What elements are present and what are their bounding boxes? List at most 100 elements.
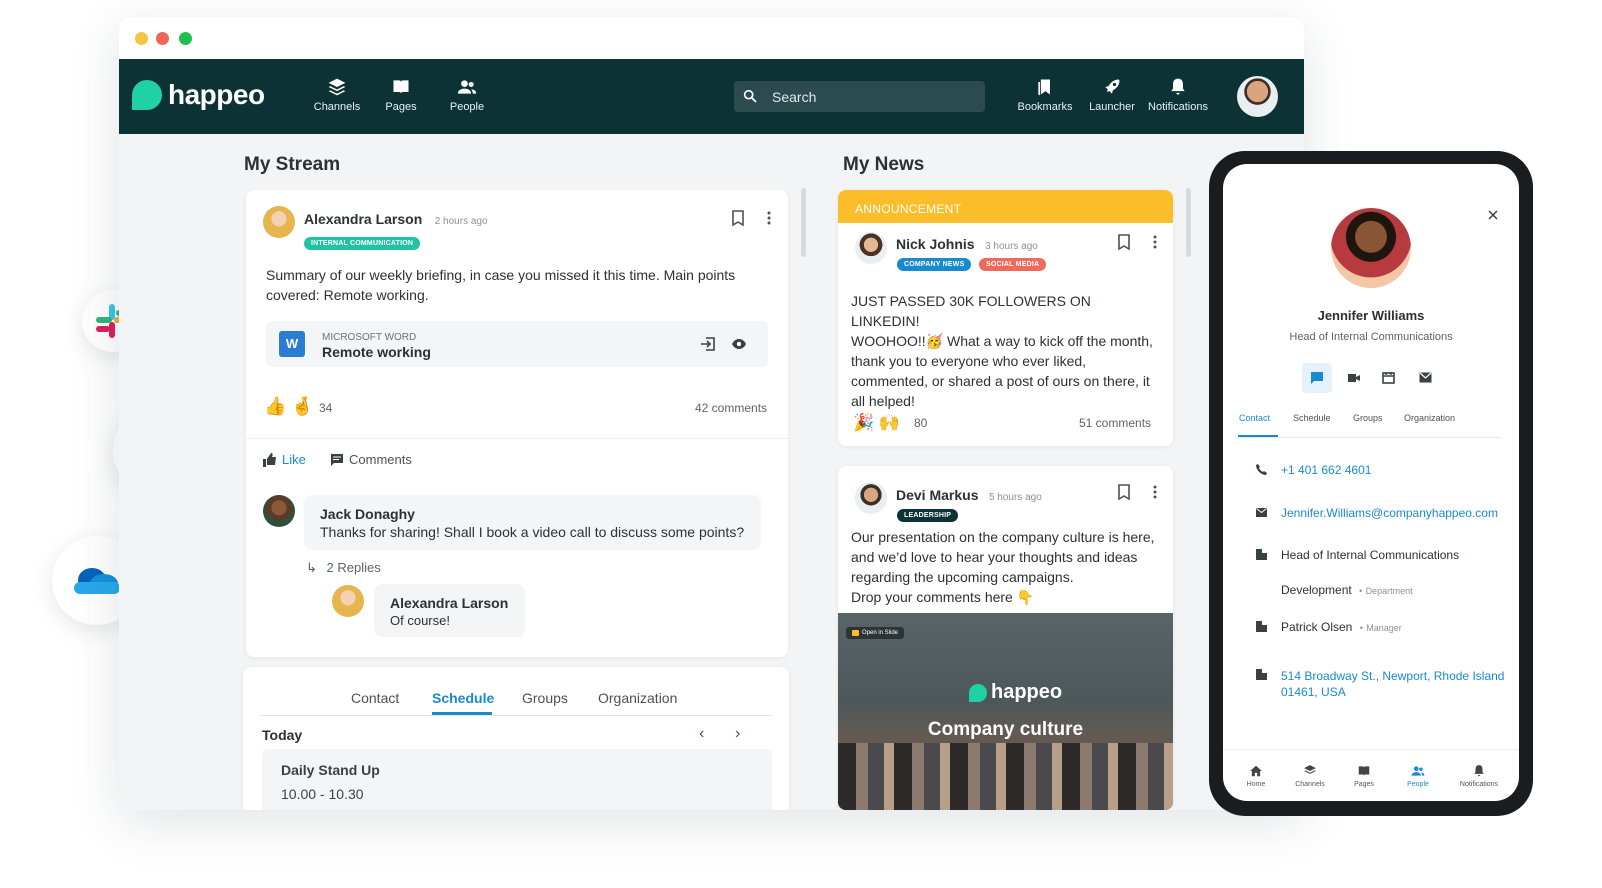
replies-toggle[interactable]: ↳ 2 Replies [306, 560, 381, 576]
comments-count[interactable]: 51 comments [1079, 416, 1151, 430]
comments-count[interactable]: 42 comments [695, 401, 767, 415]
profile-role: Head of Internal Communications [1289, 331, 1453, 343]
contact-phone[interactable]: +1 401 662 4601 [1281, 463, 1371, 477]
profile-tab-contact[interactable]: Contact [351, 690, 399, 706]
reply-bubble: Alexandra Larson Of course! [374, 584, 525, 637]
minimize-dot[interactable] [135, 32, 148, 45]
mobile-tab-schedule[interactable]: Schedule [1293, 413, 1331, 423]
browser-window: happeo Channels Pages People Search Book… [119, 17, 1304, 810]
prev-day-button[interactable]: ‹ [699, 725, 704, 743]
comment-author[interactable]: Jack Donaghy [320, 506, 415, 522]
open-external-icon[interactable] [700, 336, 716, 352]
contact-email[interactable]: Jennifer.Williams@companyhappeo.com [1281, 506, 1498, 520]
post-tag[interactable]: INTERNAL COMMUNICATION [304, 237, 421, 250]
post-text: Summary of our weekly briefing, in case … [266, 267, 736, 303]
happeo-logo[interactable]: happeo [132, 79, 265, 111]
reaction-emojis[interactable]: 👍 🤞 [264, 396, 314, 417]
author-avatar[interactable] [263, 206, 295, 238]
contact-title: Head of Internal Communications [1281, 548, 1460, 562]
maximize-dot[interactable] [179, 32, 192, 45]
reaction-emojis[interactable]: 🎉 🙌 [853, 413, 900, 433]
mobile-nav-people[interactable]: People [1388, 764, 1448, 788]
close-icon[interactable] [1488, 210, 1498, 220]
manager-value[interactable]: Patrick Olsen [1281, 620, 1352, 634]
post-author[interactable]: Devi Markus [896, 487, 978, 503]
post-author[interactable]: Alexandra Larson [304, 211, 422, 227]
contact-address[interactable]: 514 Broadway St., Newport, Rhode Island … [1281, 668, 1504, 700]
party-emoji: 🥳 [925, 333, 944, 349]
more-options-icon[interactable] [1152, 234, 1158, 250]
tag-social-media[interactable]: SOCIAL MEDIA [979, 258, 1047, 271]
attachment-card[interactable]: W MICROSOFT WORD Remote working [266, 321, 768, 367]
tag-leadership[interactable]: LEADERSHIP [897, 509, 959, 522]
nav-bookmarks[interactable]: Bookmarks [1010, 77, 1080, 113]
event-card[interactable]: Daily Stand Up 10.00 - 10.30 [262, 749, 772, 810]
reaction-count: 80 [914, 416, 928, 430]
mobile-nav-home-label: Home [1246, 781, 1266, 788]
calendar-icon[interactable] [1382, 371, 1395, 384]
user-avatar[interactable] [1237, 76, 1278, 117]
department-value[interactable]: Development [1281, 583, 1352, 597]
author-avatar[interactable] [855, 482, 887, 514]
nav-notifications[interactable]: Notifications [1143, 77, 1213, 113]
commenter-avatar[interactable] [263, 495, 295, 527]
mobile-nav-notifications[interactable]: Notifications [1449, 764, 1509, 788]
bookmark-icon[interactable] [1117, 484, 1131, 500]
nav-pages[interactable]: Pages [366, 77, 436, 113]
window-titlebar [119, 17, 1304, 59]
bookmark-icon[interactable] [1117, 234, 1131, 250]
email-icon[interactable] [1419, 372, 1432, 383]
manager-label: Manager [1366, 623, 1402, 633]
video-call-icon[interactable] [1347, 372, 1361, 384]
reply-avatar[interactable] [332, 585, 364, 617]
like-label: Like [282, 452, 306, 467]
nav-people-label: People [449, 101, 485, 113]
phone-icon [1256, 464, 1267, 475]
author-avatar[interactable] [855, 232, 887, 264]
reply-author[interactable]: Alexandra Larson [390, 595, 508, 611]
address-line1: 514 Broadway St., Newport, Rhode Island [1281, 669, 1505, 683]
next-day-button[interactable]: › [735, 725, 740, 743]
building-icon [1256, 549, 1267, 560]
mobile-nav-home[interactable]: Home [1226, 764, 1286, 788]
mobile-nav-channels[interactable]: Channels [1280, 764, 1340, 788]
nav-launcher[interactable]: Launcher [1077, 77, 1147, 113]
bookmark-icon[interactable] [731, 210, 745, 226]
profile-tab-schedule[interactable]: Schedule [432, 690, 494, 706]
comments-label: Comments [349, 452, 412, 467]
news-post-card-2: Devi Markus 5 hours ago LEADERSHIP Our p… [838, 466, 1173, 810]
search-input[interactable]: Search [734, 81, 985, 112]
more-options-icon[interactable] [766, 210, 772, 226]
mobile-nav-people-label: People [1407, 781, 1429, 788]
home-icon [1250, 765, 1262, 777]
tag-company-news[interactable]: COMPANY NEWS [897, 258, 972, 271]
profile-tab-organization[interactable]: Organization [598, 690, 677, 706]
comments-button[interactable]: Comments [330, 452, 412, 467]
like-button[interactable]: Like [262, 452, 306, 467]
my-news-heading: My News [843, 154, 925, 175]
slide-preview[interactable]: Open in Slide happeo Company culture [838, 613, 1173, 810]
layers-icon [1304, 765, 1316, 774]
email-icon [1256, 508, 1267, 517]
profile-tab-groups[interactable]: Groups [522, 690, 568, 706]
mobile-tab-organization[interactable]: Organization [1404, 413, 1455, 423]
open-in-slide-badge[interactable]: Open in Slide [846, 627, 905, 639]
close-dot[interactable] [156, 32, 169, 45]
mobile-tab-contact[interactable]: Contact [1239, 413, 1270, 423]
search-icon [743, 89, 757, 103]
profile-avatar[interactable] [1331, 208, 1411, 288]
nav-channels[interactable]: Channels [302, 77, 372, 113]
rocket-icon [1105, 79, 1120, 94]
preview-eye-icon[interactable] [731, 337, 747, 351]
chat-button[interactable] [1302, 363, 1332, 393]
post-author[interactable]: Nick Johnis [896, 236, 975, 252]
chat-icon [1311, 372, 1323, 384]
announcement-label: ANNOUNCEMENT [855, 202, 962, 216]
comment-bubble: Jack Donaghy Thanks for sharing! Shall I… [304, 495, 761, 550]
news-scrollbar[interactable] [1186, 188, 1191, 257]
stream-scrollbar[interactable] [801, 188, 806, 257]
mobile-tab-groups[interactable]: Groups [1353, 413, 1383, 423]
mobile-nav-pages[interactable]: Pages [1334, 764, 1394, 788]
nav-people[interactable]: People [432, 77, 502, 113]
more-options-icon[interactable] [1152, 484, 1158, 500]
